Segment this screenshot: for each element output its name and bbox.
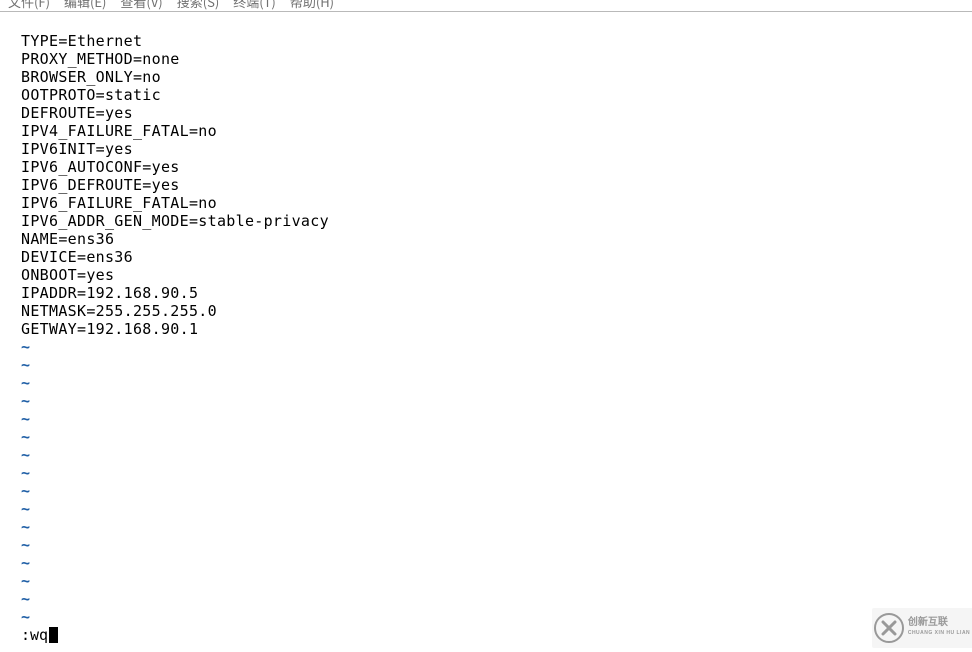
editor-viewport[interactable]: TYPE=Ethernet PROXY_METHOD=none BROWSER_… — [0, 12, 972, 628]
empty-line-tilde: ~ — [21, 446, 30, 464]
empty-line-tilde: ~ — [21, 392, 30, 410]
config-line: IPV6_ADDR_GEN_MODE=stable-privacy — [21, 212, 329, 230]
menu-view[interactable]: 查看(V) — [120, 0, 162, 8]
config-line: IPV6INIT=yes — [21, 140, 133, 158]
empty-line-tilde: ~ — [21, 464, 30, 482]
empty-line-tilde: ~ — [21, 518, 30, 536]
empty-line-tilde: ~ — [21, 500, 30, 518]
config-line: GETWAY=192.168.90.1 — [21, 320, 198, 338]
empty-line-tilde: ~ — [21, 482, 30, 500]
config-line: BROWSER_ONLY=no — [21, 68, 161, 86]
config-line: IPADDR=192.168.90.5 — [21, 284, 198, 302]
config-line: NETMASK=255.255.255.0 — [21, 302, 217, 320]
config-line: IPV4_FAILURE_FATAL=no — [21, 122, 217, 140]
text-cursor — [49, 627, 58, 643]
watermark-logo: 创新互联 CHUANG XIN HU LIAN — [872, 608, 972, 648]
menu-terminal[interactable]: 终端(T) — [233, 0, 276, 8]
menu-edit[interactable]: 编辑(E) — [64, 0, 106, 8]
config-line: DEVICE=ens36 — [21, 248, 133, 266]
config-line: NAME=ens36 — [21, 230, 114, 248]
config-line: IPV6_AUTOCONF=yes — [21, 158, 180, 176]
empty-line-tilde: ~ — [21, 554, 30, 572]
config-line: DEFROUTE=yes — [21, 104, 133, 122]
menu-file[interactable]: 文件(F) — [8, 0, 50, 8]
config-line: PROXY_METHOD=none — [21, 50, 180, 68]
empty-line-tilde: ~ — [21, 590, 30, 608]
config-line: TYPE=Ethernet — [21, 32, 142, 50]
command-prompt: : — [21, 626, 30, 644]
empty-line-tilde: ~ — [21, 410, 30, 428]
config-line: IPV6_DEFROUTE=yes — [21, 176, 180, 194]
empty-line-tilde: ~ — [21, 338, 30, 356]
vim-command-line[interactable]: :wq — [21, 626, 58, 644]
empty-line-tilde: ~ — [21, 356, 30, 374]
menubar: 文件(F) 编辑(E) 查看(V) 搜索(S) 终端(T) 帮助(H) — [0, 0, 972, 12]
empty-line-tilde: ~ — [21, 536, 30, 554]
empty-line-tilde: ~ — [21, 374, 30, 392]
empty-line-tilde: ~ — [21, 428, 30, 446]
config-line: ONBOOT=yes — [21, 266, 114, 284]
empty-line-tilde: ~ — [21, 608, 30, 626]
command-text: wq — [30, 626, 48, 644]
menu-search[interactable]: 搜索(S) — [177, 0, 220, 8]
config-line: IPV6_FAILURE_FATAL=no — [21, 194, 217, 212]
empty-line-tilde: ~ — [21, 572, 30, 590]
brand-text: 创新互联 CHUANG XIN HU LIAN — [908, 617, 970, 639]
config-line: OOTPROTO=static — [21, 86, 161, 104]
brand-x-icon — [874, 613, 904, 643]
menu-help[interactable]: 帮助(H) — [290, 0, 334, 8]
